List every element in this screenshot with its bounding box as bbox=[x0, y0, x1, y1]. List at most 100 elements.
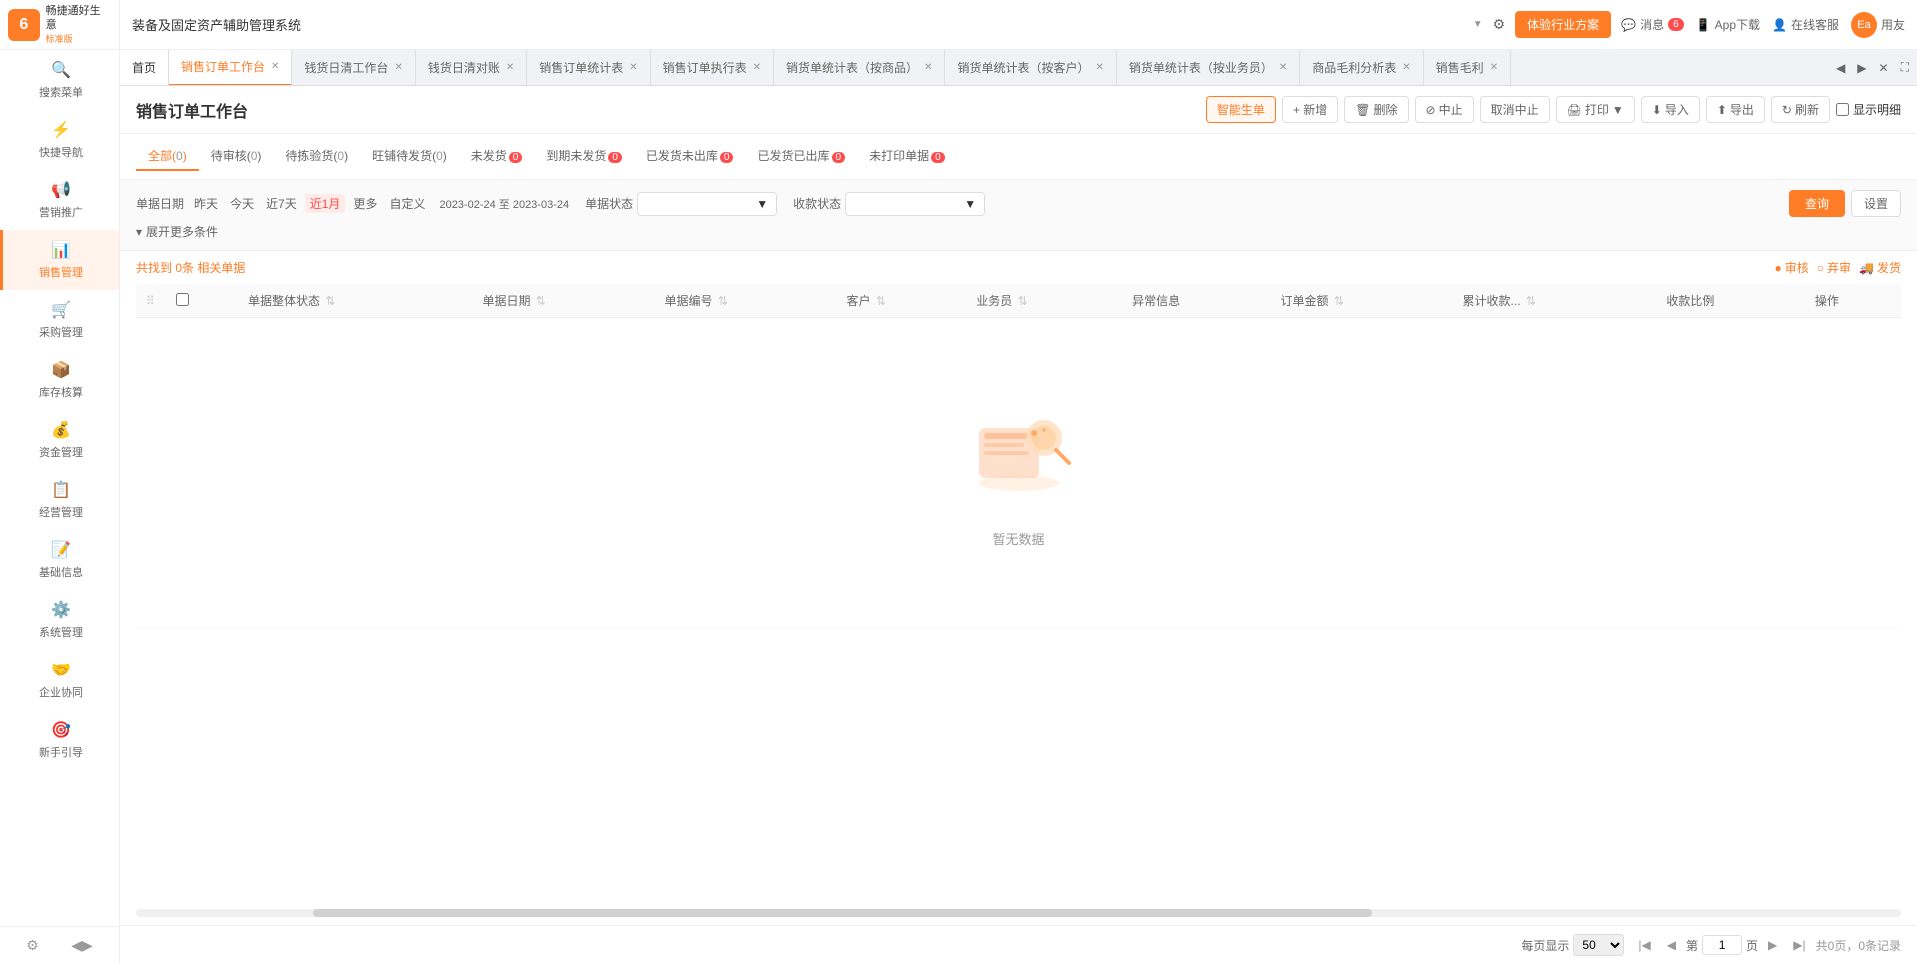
show-detail-checkbox-label[interactable]: 显示明细 bbox=[1836, 101, 1901, 118]
scrollbar-thumb[interactable] bbox=[313, 909, 1372, 917]
th-amount[interactable]: 订单金额 ⇅ bbox=[1270, 284, 1452, 318]
th-number[interactable]: 单据编号 ⇅ bbox=[654, 284, 836, 318]
filter-tab-pending-audit[interactable]: 待审核(0) bbox=[199, 142, 274, 171]
industry-btn[interactable]: 体验行业方案 bbox=[1515, 11, 1611, 38]
tab-sales-order-close[interactable]: ✕ bbox=[271, 61, 279, 72]
tab-order-stat-close[interactable]: ✕ bbox=[629, 62, 637, 73]
expand-conditions-btn[interactable]: ▾ 展开更多条件 bbox=[136, 223, 1901, 240]
tab-margin-analysis-close[interactable]: ✕ bbox=[1402, 62, 1410, 73]
cancel-stop-btn[interactable]: 取消中止 bbox=[1480, 96, 1550, 123]
th-employee[interactable]: 业务员 ⇅ bbox=[966, 284, 1122, 318]
date-1month[interactable]: 近1月 bbox=[305, 194, 346, 213]
status-select[interactable]: ▼ bbox=[637, 192, 777, 216]
tab-sales-margin[interactable]: 销售毛利 ✕ bbox=[1424, 50, 1511, 86]
app-download-btn[interactable]: 📱 App下载 bbox=[1696, 16, 1760, 33]
sidebar-item-inventory[interactable]: 📦 库存核算 bbox=[0, 350, 119, 410]
print-btn[interactable]: 🖨 打印 ▼ bbox=[1556, 96, 1635, 123]
delete-btn[interactable]: 🗑 删除 bbox=[1344, 96, 1408, 123]
select-all-checkbox[interactable] bbox=[176, 293, 189, 306]
sidebar-item-marketing[interactable]: 📢 营销推广 bbox=[0, 170, 119, 230]
tab-prev-btn[interactable]: ◀ bbox=[1832, 59, 1849, 77]
set-btn[interactable]: 设置 bbox=[1851, 190, 1901, 217]
date-today[interactable]: 今天 bbox=[226, 193, 258, 214]
filter-tab-shipped-out[interactable]: 已发货已出库0 bbox=[745, 142, 857, 171]
date-7days[interactable]: 近7天 bbox=[262, 193, 301, 214]
tab-order-stat[interactable]: 销售订单统计表 ✕ bbox=[527, 50, 650, 86]
tab-home[interactable]: 首页 bbox=[120, 50, 169, 86]
message-btn[interactable]: 💬 消息 6 bbox=[1621, 16, 1684, 33]
settings-footer-btn[interactable]: ⚙ bbox=[26, 937, 39, 954]
tab-sales-stat-employee[interactable]: 销货单统计表（按业务员） ✕ bbox=[1117, 50, 1300, 86]
sidebar-item-system[interactable]: ⚙️ 系统管理 bbox=[0, 590, 119, 650]
refresh-btn[interactable]: ↻ 刷新 bbox=[1771, 96, 1830, 123]
page-last-btn[interactable]: ▶| bbox=[1787, 936, 1811, 954]
sidebar-item-enterprise[interactable]: 🤝 企业协同 bbox=[0, 650, 119, 710]
system-dropdown-arrow[interactable]: ▼ bbox=[1473, 19, 1483, 30]
tab-next-btn[interactable]: ▶ bbox=[1853, 59, 1870, 77]
tab-sales-stat-customer-close[interactable]: ✕ bbox=[1095, 62, 1103, 73]
page-input[interactable] bbox=[1702, 935, 1742, 955]
cancel-audit-action-btn[interactable]: ○ 弃审 bbox=[1817, 259, 1851, 276]
tab-reconcile[interactable]: 钱货日清对账 ✕ bbox=[416, 50, 527, 86]
filter-tab-shipped-not-out[interactable]: 已发货未出库0 bbox=[634, 142, 746, 171]
filter-tab-all[interactable]: 全部(0) bbox=[136, 142, 199, 171]
sidebar-item-basicinfo[interactable]: 📝 基础信息 bbox=[0, 530, 119, 590]
tab-cashflow[interactable]: 钱货日清工作台 ✕ bbox=[292, 50, 415, 86]
tab-order-exec-close[interactable]: ✕ bbox=[753, 62, 761, 73]
payment-filter-label: 收款状态 bbox=[793, 195, 841, 212]
add-btn[interactable]: + 新增 bbox=[1282, 96, 1338, 123]
sidebar-item-purchase[interactable]: 🛒 采购管理 bbox=[0, 290, 119, 350]
th-checkbox[interactable] bbox=[166, 284, 238, 318]
tab-sales-stat-product[interactable]: 销货单统计表（按商品） ✕ bbox=[774, 50, 945, 86]
th-cumulative[interactable]: 累计收款... ⇅ bbox=[1453, 284, 1657, 318]
tab-sales-order[interactable]: 销售订单工作台 ✕ bbox=[169, 50, 292, 86]
collapse-footer-btn[interactable]: ◀▶ bbox=[71, 937, 93, 954]
sidebar: 6 畅捷通好生意 标准版 🔍 搜索菜单 ⚡ 快捷导航 📢 营销推广 📊 bbox=[0, 0, 120, 964]
tab-cashflow-close[interactable]: ✕ bbox=[394, 62, 402, 73]
page-next-btn[interactable]: ▶ bbox=[1762, 936, 1783, 954]
horizontal-scrollbar[interactable] bbox=[136, 909, 1901, 917]
page-first-btn[interactable]: |◀ bbox=[1632, 936, 1656, 954]
smart-generate-btn[interactable]: 智能生单 bbox=[1206, 96, 1276, 123]
tab-sales-margin-close[interactable]: ✕ bbox=[1490, 62, 1498, 73]
import-btn[interactable]: ⬇ 导入 bbox=[1641, 96, 1700, 123]
filter-tab-wangpu-pending[interactable]: 旺铺待发货(0) bbox=[360, 142, 459, 171]
tab-close-all-btn[interactable]: ✕ bbox=[1875, 59, 1893, 77]
query-btn[interactable]: 查询 bbox=[1789, 190, 1845, 217]
th-customer[interactable]: 客户 ⇅ bbox=[837, 284, 967, 318]
page-prev-btn[interactable]: ◀ bbox=[1661, 936, 1682, 954]
sidebar-item-finance[interactable]: 💰 资金管理 bbox=[0, 410, 119, 470]
tab-sales-stat-product-close[interactable]: ✕ bbox=[924, 62, 932, 73]
ship-action-btn[interactable]: 🚚 发货 bbox=[1859, 259, 1901, 276]
filter-tab-pending-inspect[interactable]: 待拣验货(0) bbox=[273, 142, 360, 171]
sidebar-item-operations[interactable]: 📋 经营管理 bbox=[0, 470, 119, 530]
export-btn[interactable]: ⬆ 导出 bbox=[1706, 96, 1765, 123]
date-custom[interactable]: 自定义 bbox=[385, 193, 429, 214]
sidebar-item-guide[interactable]: 🎯 新手引导 bbox=[0, 710, 119, 770]
stop-btn[interactable]: ⊘ 中止 bbox=[1415, 96, 1474, 123]
tab-order-exec[interactable]: 销售订单执行表 ✕ bbox=[651, 50, 774, 86]
settings-icon[interactable]: ⚙ bbox=[1493, 16, 1506, 33]
page-size-select[interactable]: 50 100 200 bbox=[1573, 934, 1624, 956]
tab-margin-analysis[interactable]: 商品毛利分析表 ✕ bbox=[1300, 50, 1423, 86]
date-yesterday[interactable]: 昨天 bbox=[190, 193, 222, 214]
th-date[interactable]: 单据日期 ⇅ bbox=[472, 284, 654, 318]
online-service-btn[interactable]: 👤 在线客服 bbox=[1772, 16, 1839, 33]
guide-icon: 🎯 bbox=[51, 720, 71, 740]
user-btn[interactable]: Ea 用友 bbox=[1851, 12, 1905, 38]
sidebar-item-search[interactable]: 🔍 搜索菜单 bbox=[0, 50, 119, 110]
tab-sales-stat-employee-close[interactable]: ✕ bbox=[1279, 62, 1287, 73]
tab-fullscreen-btn[interactable]: ⛶ bbox=[1897, 58, 1913, 77]
audit-action-btn[interactable]: ● 审核 bbox=[1775, 259, 1809, 276]
tab-sales-stat-customer[interactable]: 销货单统计表（按客户） ✕ bbox=[945, 50, 1116, 86]
filter-tab-unprinted[interactable]: 未打印单据0 bbox=[857, 142, 957, 171]
show-detail-checkbox[interactable] bbox=[1836, 103, 1849, 116]
th-status[interactable]: 单据整体状态 ⇅ bbox=[238, 284, 472, 318]
sidebar-item-quicknav[interactable]: ⚡ 快捷导航 bbox=[0, 110, 119, 170]
tab-reconcile-close[interactable]: ✕ bbox=[506, 62, 514, 73]
sidebar-item-sales[interactable]: 📊 销售管理 bbox=[0, 230, 119, 290]
filter-tab-unshipped[interactable]: 未发货0 bbox=[459, 142, 535, 171]
payment-select[interactable]: ▼ bbox=[845, 192, 985, 216]
date-more[interactable]: 更多 bbox=[349, 193, 381, 214]
filter-tab-overdue-unshipped[interactable]: 到期未发货0 bbox=[534, 142, 634, 171]
